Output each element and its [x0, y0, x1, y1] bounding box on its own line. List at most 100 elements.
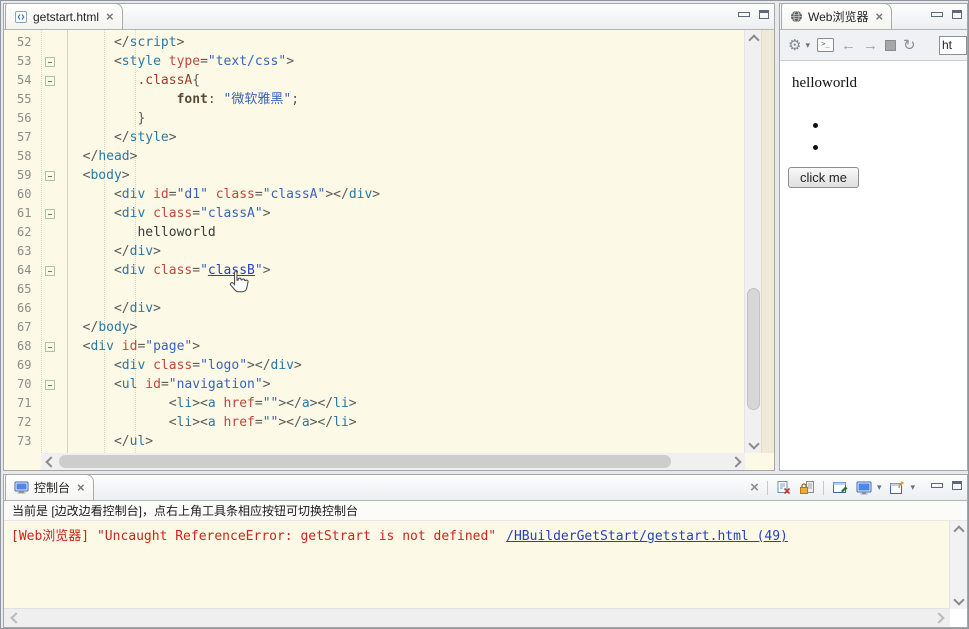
code-text: </body> [82, 320, 138, 335]
code-text: } [137, 111, 146, 126]
maximize-icon[interactable] [952, 10, 962, 19]
browser-tab-close-icon[interactable]: × [873, 10, 883, 23]
editor-vertical-scrollbar[interactable] [744, 30, 762, 453]
minimize-icon[interactable] [931, 12, 943, 17]
cursor-hand-icon [229, 270, 249, 293]
ide-window: getstart.html × 52 </script> 53 <style ty… [0, 0, 969, 629]
code-line[interactable]: 55 font: "微软雅黑"; [4, 90, 744, 109]
code-line[interactable]: 69 <div class="logo"></div> [4, 356, 744, 375]
code-line[interactable]: 61 <div class="classA"> [4, 204, 744, 223]
pin-console-icon[interactable] [832, 480, 848, 495]
maximize-icon[interactable] [952, 481, 962, 490]
console-tab[interactable]: 控制台 × [5, 474, 94, 500]
line-number: 53 [17, 54, 32, 68]
code-line[interactable]: 53 <style type="text/css"> [4, 52, 744, 71]
code-line[interactable]: 71 <li><a href=""></a></li> [4, 394, 744, 413]
fold-column [41, 356, 67, 375]
horizontal-scroll-thumb[interactable] [59, 455, 671, 468]
minimize-icon[interactable] [738, 12, 750, 17]
code-line[interactable]: 62 helloworld [4, 223, 744, 242]
fold-marker[interactable] [41, 52, 67, 71]
code-line[interactable]: 54 .classA{ [4, 71, 744, 90]
scroll-down-icon[interactable] [745, 437, 762, 453]
remove-log-icon[interactable] [776, 480, 791, 495]
fold-marker[interactable] [41, 337, 67, 356]
console-error-link[interactable]: /HBuilderGetStart/getstart.html (49) [506, 529, 788, 544]
console-horizontal-scrollbar[interactable] [4, 608, 950, 627]
line-number: 57 [17, 130, 32, 144]
fold-marker[interactable] [41, 71, 67, 90]
display-console-dropdown-icon[interactable]: ▾ [877, 482, 882, 493]
code-line[interactable]: 57 </style> [4, 128, 744, 147]
fold-marker[interactable] [41, 375, 67, 394]
scroll-right-icon[interactable] [729, 453, 745, 470]
fold-marker[interactable] [41, 204, 67, 223]
scroll-lock-icon[interactable] [799, 480, 815, 495]
forward-icon[interactable]: → [863, 38, 878, 53]
editor-tab-close-icon[interactable]: × [104, 10, 114, 23]
gear-dropdown-icon[interactable]: ▾ [805, 40, 810, 51]
code-line[interactable]: 59 <body> [4, 166, 744, 185]
fold-marker[interactable] [41, 261, 67, 280]
minimize-icon[interactable] [931, 483, 943, 488]
code-line[interactable]: 58 </head> [4, 147, 744, 166]
browser-tab[interactable]: Web浏览器 × [781, 3, 893, 29]
code-line[interactable]: 66 </div> [4, 299, 744, 318]
gear-icon[interactable]: ⚙ [788, 38, 801, 53]
code-text: </ul> [113, 434, 154, 449]
code-line[interactable]: 67 </body> [4, 318, 744, 337]
code-line[interactable]: 60 <div id="d1" class="classA"></div> [4, 185, 744, 204]
code-line[interactable]: 70 <ul id="navigation"> [4, 375, 744, 394]
line-number: 66 [17, 301, 32, 315]
scroll-up-icon[interactable] [950, 521, 967, 537]
click-me-button[interactable]: click me [788, 167, 859, 188]
list-bullet [813, 123, 818, 128]
code-line[interactable]: 56 } [4, 109, 744, 128]
line-number: 65 [17, 282, 32, 296]
scroll-up-icon[interactable] [745, 30, 762, 46]
code-line[interactable]: 63 </div> [4, 242, 744, 261]
code-line[interactable]: 72 <li><a href=""></a></li> [4, 413, 744, 432]
code-line[interactable]: 68 <div id="page"> [4, 337, 744, 356]
editor-tab-getstart[interactable]: getstart.html × [5, 3, 123, 29]
scroll-left-icon[interactable] [6, 609, 22, 627]
code-text: </style> [113, 130, 177, 145]
editor-horizontal-scrollbar[interactable] [41, 453, 745, 470]
code-editor[interactable]: 52 </script> 53 <style type="text/css"> 54… [4, 30, 774, 470]
fold-marker[interactable] [41, 166, 67, 185]
display-console-icon[interactable] [856, 481, 872, 495]
fold-column [41, 128, 67, 147]
vertical-scroll-thumb[interactable] [747, 288, 760, 410]
open-console-icon[interactable] [889, 480, 905, 495]
url-input[interactable] [939, 35, 967, 55]
console-tab-label: 控制台 [34, 481, 71, 495]
back-icon[interactable]: ← [841, 38, 856, 53]
stop-icon[interactable] [884, 39, 896, 51]
code-line[interactable]: 73 </ul> [4, 432, 744, 451]
code-text: <style type="text/css"> [113, 54, 295, 69]
refresh-icon[interactable]: ↻ [903, 38, 916, 53]
code-line[interactable]: 64 <div class="classB"> [4, 261, 744, 280]
scroll-left-icon[interactable] [41, 453, 57, 470]
console-vertical-scrollbar[interactable] [949, 521, 967, 609]
console-toggle-icon[interactable]: >_ [816, 38, 834, 52]
code-text: </script> [113, 35, 185, 50]
code-text: .classA{ [137, 73, 201, 88]
clear-console-icon[interactable]: × [750, 480, 759, 495]
line-number: 68 [17, 339, 32, 353]
console-tabbar: 控制台 × × ▾ ▾ [4, 474, 967, 501]
line-number: 60 [17, 187, 32, 201]
line-number: 63 [17, 244, 32, 258]
code-line[interactable]: 65 [4, 280, 744, 299]
console-output[interactable]: [Web浏览器] "Uncaught ReferenceError: getSt… [4, 521, 950, 609]
open-console-dropdown-icon[interactable]: ▾ [910, 482, 915, 493]
code-line[interactable]: 52 </script> [4, 33, 744, 52]
console-tab-close-icon[interactable]: × [75, 481, 85, 494]
scroll-down-icon[interactable] [950, 593, 967, 609]
code-text: <body> [82, 168, 130, 183]
console-monitor-icon [14, 481, 29, 494]
vertical-sash[interactable] [775, 3, 779, 471]
fold-column [41, 147, 67, 166]
scroll-right-icon[interactable] [932, 609, 948, 627]
maximize-icon[interactable] [759, 10, 769, 19]
